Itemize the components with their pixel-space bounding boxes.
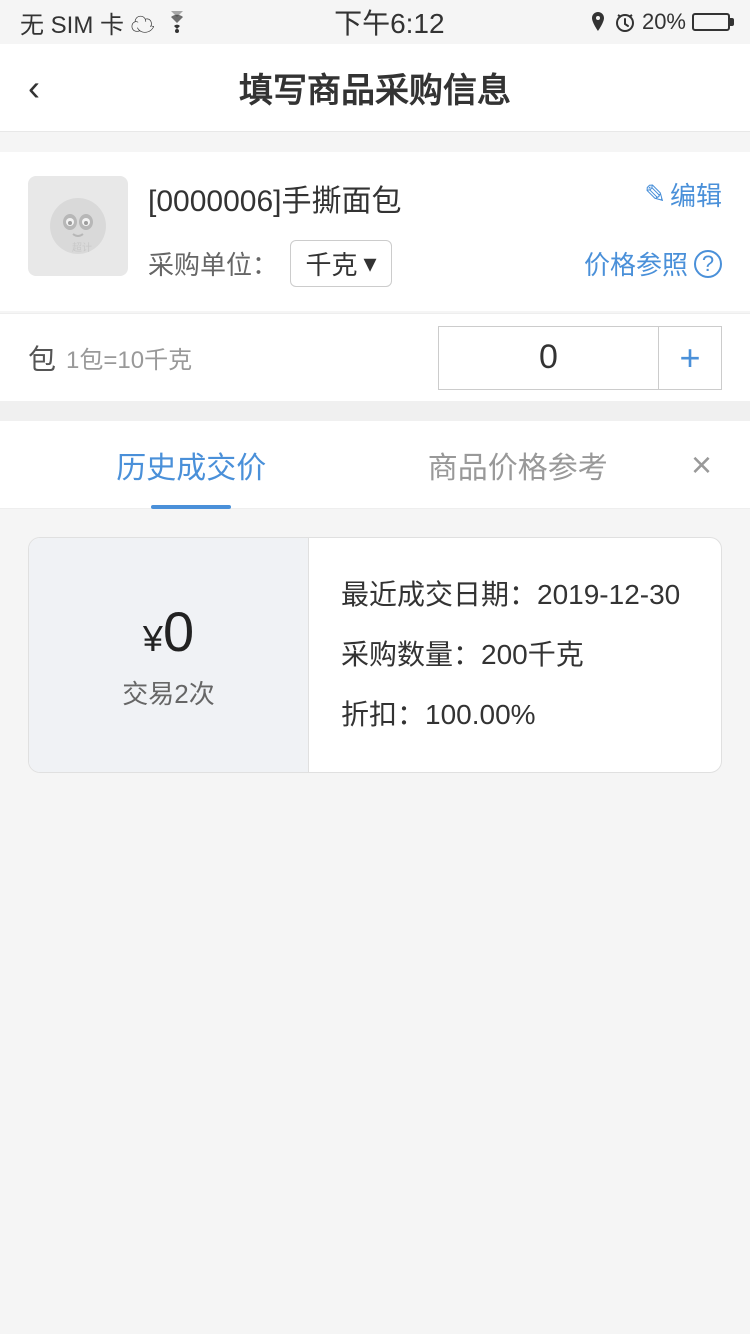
help-icon: ? — [694, 250, 722, 278]
qty-detail-label: 采购数量： — [341, 639, 481, 670]
price-card: ¥0 交易2次 最近成交日期：2019-12-30 采购数量：200千克 折扣：… — [28, 537, 722, 773]
discount-row: 折扣：100.00% — [341, 694, 689, 736]
latest-date-value: 2019-12-30 — [537, 579, 680, 610]
product-unit-row: 采购单位： 千克 ▾ 价格参照 ? — [148, 240, 722, 287]
close-button[interactable]: × — [681, 444, 722, 486]
qty-unit-note: 1包=10千克 — [66, 340, 192, 375]
price-value: 0 — [163, 600, 194, 663]
price-right: 最近成交日期：2019-12-30 采购数量：200千克 折扣：100.00% — [309, 538, 721, 772]
tab-underline — [151, 505, 231, 509]
edit-icon: ✎ — [644, 179, 666, 210]
content-area: ¥0 交易2次 最近成交日期：2019-12-30 采购数量：200千克 折扣：… — [0, 509, 750, 1109]
discount-value: 100.00% — [425, 699, 536, 730]
status-right: 20% — [588, 9, 730, 35]
section-divider — [0, 401, 750, 421]
tab-history-price[interactable]: 历史成交价 — [28, 421, 354, 509]
quantity-section: 包 1包=10千克 + — [0, 313, 750, 401]
tabs-container: 历史成交价 商品价格参考 × — [0, 421, 750, 509]
product-card: 超计 [0000006]手撕面包 ✎ 编辑 采购单位： 千克 ▾ 价格参照 ? — [0, 152, 750, 311]
price-ref-label: 价格参照 — [584, 245, 688, 282]
unit-select[interactable]: 千克 ▾ — [290, 240, 391, 287]
product-logo: 超计 — [48, 196, 108, 256]
alarm-icon — [614, 11, 636, 33]
battery-percent: 20% — [642, 9, 686, 35]
qty-row: 采购数量：200千克 — [341, 634, 689, 676]
latest-date-row: 最近成交日期：2019-12-30 — [341, 574, 689, 616]
price-left: ¥0 交易2次 — [29, 538, 309, 772]
product-header: [0000006]手撕面包 ✎ 编辑 — [148, 176, 722, 220]
product-info: [0000006]手撕面包 ✎ 编辑 采购单位： 千克 ▾ 价格参照 ? — [148, 176, 722, 287]
tab2-label: 商品价格参考 — [428, 443, 608, 487]
location-icon — [588, 11, 608, 33]
price-amount: ¥0 — [143, 599, 194, 664]
unit-label: 采购单位： — [148, 250, 278, 280]
qty-detail-value: 200千克 — [481, 639, 584, 670]
wifi-icon — [163, 11, 191, 33]
qty-unit-label: 包 — [28, 338, 56, 378]
price-ref-button[interactable]: 价格参照 ? — [584, 245, 722, 282]
tab-product-price-ref[interactable]: 商品价格参考 — [354, 421, 680, 509]
unit-field: 采购单位： 千克 ▾ — [148, 240, 392, 287]
back-button[interactable]: ‹ — [28, 67, 40, 109]
product-image: 超计 — [28, 176, 128, 276]
qty-controls: + — [438, 326, 722, 390]
page-title: 填写商品采购信息 — [239, 63, 511, 112]
discount-label: 折扣： — [341, 699, 425, 730]
currency-symbol: ¥ — [143, 618, 163, 659]
status-left: 无 SIM 卡 ☁ — [20, 5, 191, 40]
chevron-down-icon: ▾ — [363, 248, 376, 279]
edit-button[interactable]: ✎ 编辑 — [644, 176, 722, 213]
status-bar: 无 SIM 卡 ☁ 下午6:12 20% — [0, 0, 750, 44]
nav-bar: ‹ 填写商品采购信息 — [0, 44, 750, 132]
qty-plus-button[interactable]: + — [658, 326, 722, 390]
status-time: 下午6:12 — [334, 2, 445, 42]
latest-date-label: 最近成交日期： — [341, 579, 537, 610]
tab1-label: 历史成交价 — [116, 443, 266, 487]
battery-icon — [692, 13, 730, 31]
unit-value: 千克 — [305, 245, 357, 282]
svg-text:超计: 超计 — [72, 241, 92, 254]
qty-input[interactable] — [438, 326, 658, 390]
product-name: [0000006]手撕面包 — [148, 176, 401, 220]
edit-label: 编辑 — [670, 176, 722, 213]
tx-count: 交易2次 — [122, 674, 214, 711]
sim-status: 无 SIM 卡 ☁ — [20, 5, 155, 40]
